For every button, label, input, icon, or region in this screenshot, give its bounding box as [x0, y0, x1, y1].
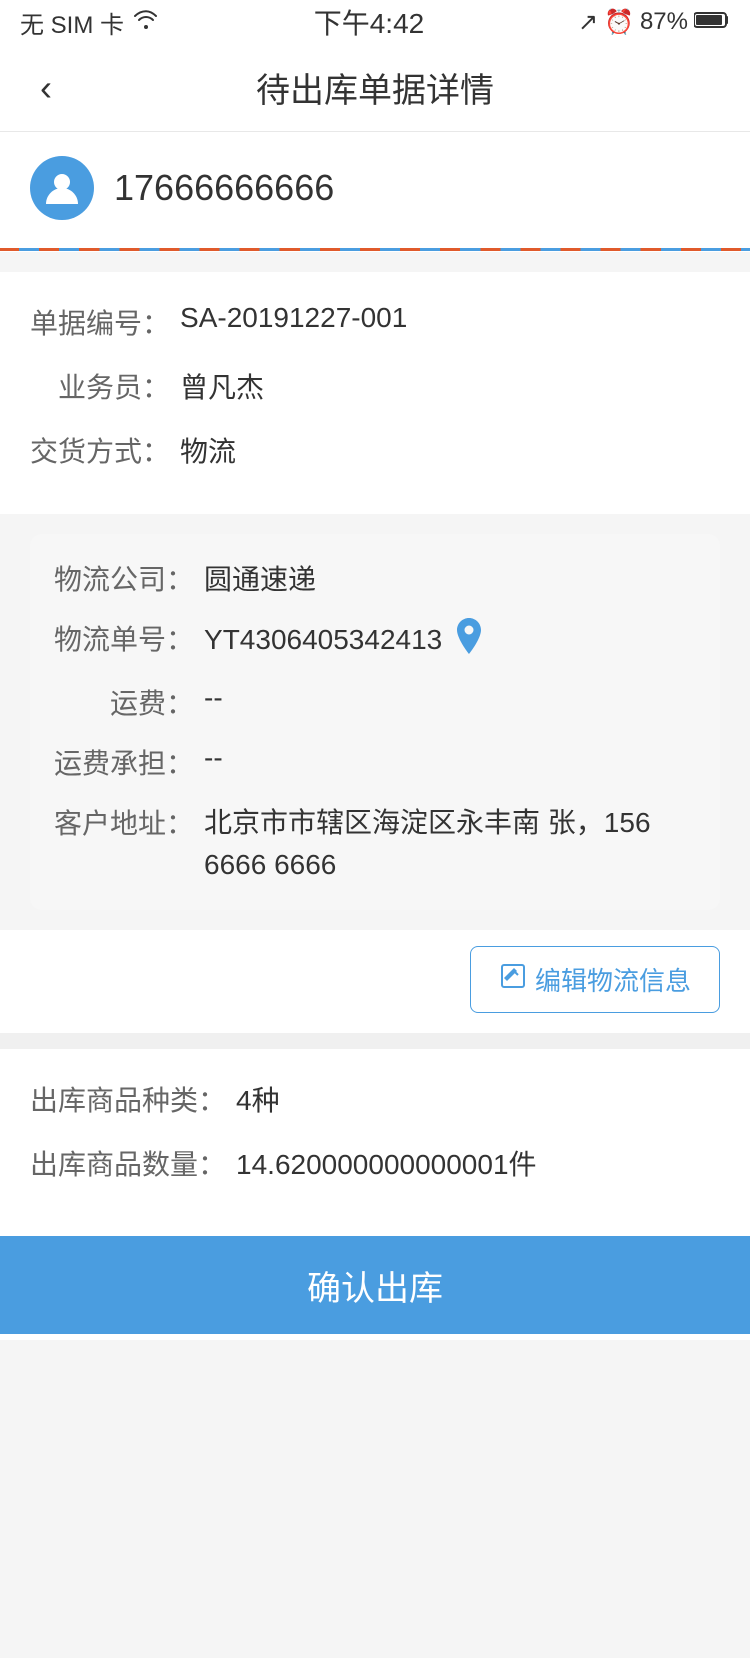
tracking-number: YT4306405342413 — [204, 624, 442, 656]
avatar — [30, 156, 94, 220]
edit-btn-label: 编辑物流信息 — [535, 961, 691, 998]
logistics-tracking-label: 物流单号： — [54, 618, 194, 658]
battery-text: 87% — [640, 8, 688, 36]
goods-quantity-value: 14.620000000000001件 — [236, 1143, 537, 1183]
goods-quantity-label: 出库商品数量： — [30, 1143, 226, 1183]
logistics-company-value: 圆通速递 — [204, 558, 696, 598]
location-pin-icon[interactable] — [454, 618, 484, 662]
delivery-value: 物流 — [180, 430, 720, 470]
goods-type-label: 出库商品种类： — [30, 1079, 226, 1119]
bottom-spacer — [0, 1340, 750, 1560]
delivery-label: 交货方式： — [30, 430, 170, 470]
status-bar: 无 SIM 卡 下午4:42 ↗ ⏰ 87% — [0, 0, 750, 44]
battery-icon — [694, 8, 730, 36]
address-row: 客户地址： 北京市市辖区海淀区永丰南 张，156 6666 6666 — [54, 802, 696, 886]
doc-no-row: 单据编号： SA-20191227-001 — [30, 302, 720, 342]
doc-no-label: 单据编号： — [30, 302, 170, 342]
logistics-company-label: 物流公司： — [54, 558, 194, 598]
freight-value: -- — [204, 682, 696, 714]
back-button[interactable]: ‹ — [30, 57, 62, 119]
logistics-tracking-value: YT4306405342413 — [204, 618, 696, 662]
salesman-label: 业务员： — [30, 366, 170, 406]
freight-row: 运费： -- — [54, 682, 696, 722]
customer-phone: 17666666666 — [114, 167, 334, 209]
salesman-row: 业务员： 曾凡杰 — [30, 366, 720, 406]
basic-info-section: 单据编号： SA-20191227-001 业务员： 曾凡杰 交货方式： 物流 — [0, 272, 750, 514]
freight-bear-value: -- — [204, 742, 696, 774]
nav-bar: ‹ 待出库单据详情 — [0, 44, 750, 132]
freight-label: 运费： — [54, 682, 194, 722]
goods-quantity-row: 出库商品数量： 14.620000000000001件 — [30, 1143, 720, 1183]
confirm-btn-text: 确认出库 — [307, 1261, 443, 1310]
freight-bear-row: 运费承担： -- — [54, 742, 696, 782]
address-label: 客户地址： — [54, 802, 194, 842]
address-value: 北京市市辖区海淀区永丰南 张，156 6666 6666 — [204, 802, 696, 886]
doc-no-value: SA-20191227-001 — [180, 302, 720, 334]
logistics-tracking-row: 物流单号： YT4306405342413 — [54, 618, 696, 662]
edit-logistics-button[interactable]: 编辑物流信息 — [470, 946, 720, 1013]
logistics-company-row: 物流公司： 圆通速递 — [54, 558, 696, 598]
customer-row: 17666666666 — [0, 132, 750, 244]
status-left: 无 SIM 卡 — [20, 5, 160, 40]
edit-icon — [499, 962, 527, 997]
dashed-divider — [0, 244, 750, 252]
logistics-card: 物流公司： 圆通速递 物流单号： YT4306405342413 运费： -- … — [30, 534, 720, 910]
carrier-text: 无 SIM 卡 — [20, 5, 124, 40]
salesman-value: 曾凡杰 — [180, 366, 720, 406]
alarm-icon: ⏰ — [604, 8, 634, 37]
page-title: 待出库单据详情 — [256, 63, 494, 112]
goods-type-value: 4种 — [236, 1079, 280, 1119]
delivery-row: 交货方式： 物流 — [30, 430, 720, 470]
freight-bear-label: 运费承担： — [54, 742, 194, 782]
section-separator — [0, 1033, 750, 1049]
wifi-icon — [132, 8, 160, 36]
confirm-btn-container[interactable]: 确认出库 — [0, 1236, 750, 1334]
goods-type-row: 出库商品种类： 4种 — [30, 1079, 720, 1119]
status-time: 下午4:42 — [314, 2, 425, 42]
status-right: ↗ ⏰ 87% — [578, 8, 730, 37]
edit-btn-row: 编辑物流信息 — [0, 930, 750, 1033]
location-icon: ↗ — [578, 8, 598, 37]
goods-section: 出库商品种类： 4种 出库商品数量： 14.620000000000001件 — [0, 1049, 750, 1227]
